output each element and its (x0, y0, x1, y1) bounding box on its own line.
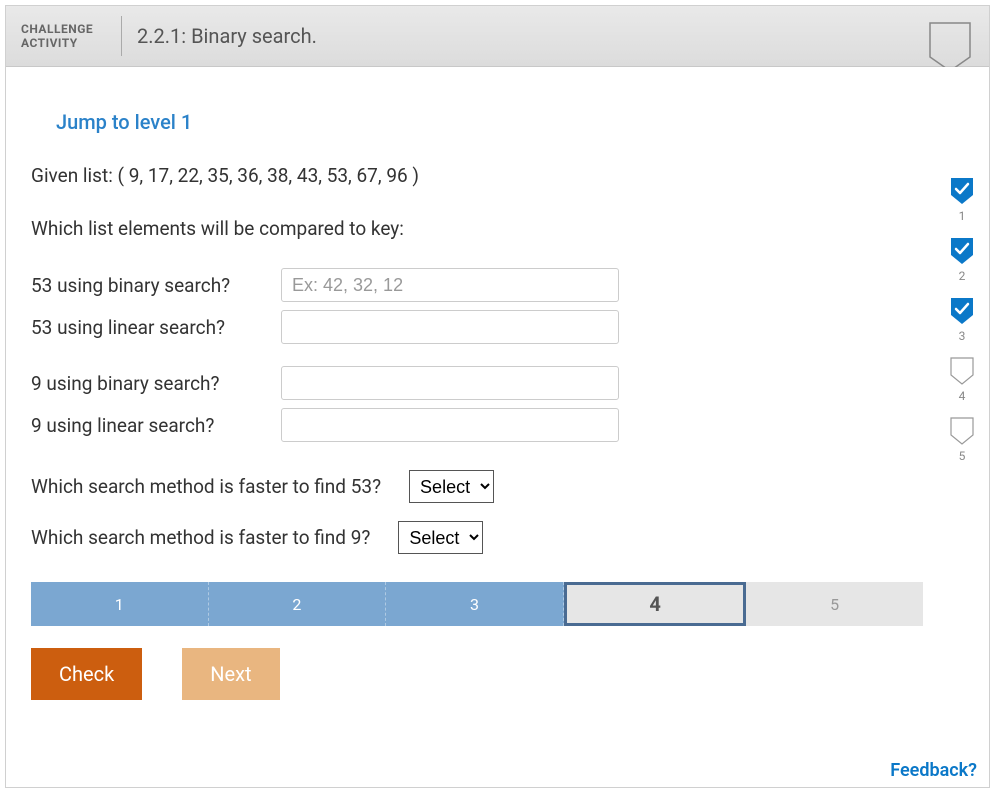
header-label-line2: ACTIVITY (21, 36, 116, 50)
q2-label: 53 using linear search? (31, 316, 281, 339)
progress-seg-5[interactable]: 5 (746, 582, 923, 626)
header-label: CHALLENGE ACTIVITY (21, 22, 116, 51)
activity-body: Jump to level 1 Given list: ( 9, 17, 22,… (6, 67, 989, 787)
jump-to-level-link[interactable]: Jump to level 1 (56, 110, 192, 134)
q4-input[interactable] (281, 408, 619, 442)
side-item-3[interactable]: 3 (950, 297, 974, 343)
q3-input[interactable] (281, 366, 619, 400)
prompt-text: Which list elements will be compared to … (31, 217, 964, 240)
q1-input[interactable] (281, 268, 619, 302)
shield-check-icon (950, 177, 974, 205)
next-button[interactable]: Next (182, 648, 279, 700)
progress-seg-2[interactable]: 2 (209, 582, 387, 626)
header-divider (121, 16, 122, 56)
check-button[interactable]: Check (31, 648, 142, 700)
button-row: Check Next (31, 648, 964, 700)
side-num-1: 1 (959, 209, 966, 223)
side-num-3: 3 (959, 329, 966, 343)
side-item-2[interactable]: 2 (950, 237, 974, 283)
progress-bar: 1 2 3 4 5 (31, 582, 923, 626)
side-item-5[interactable]: 5 (950, 417, 974, 463)
shield-empty-icon (950, 357, 974, 385)
shield-check-icon (950, 297, 974, 325)
q2-input[interactable] (281, 310, 619, 344)
s1-select[interactable]: Select (409, 470, 494, 503)
question-row-1: 53 using binary search? (31, 268, 964, 302)
shield-empty-icon (950, 417, 974, 445)
question-row-3: 9 using binary search? (31, 366, 964, 400)
question-row-4: 9 using linear search? (31, 408, 964, 442)
s2-label: Which search method is faster to find 9? (31, 526, 370, 549)
s1-label: Which search method is faster to find 53… (31, 475, 381, 498)
header-title: 2.2.1: Binary search. (137, 24, 317, 48)
given-list-text: Given list: ( 9, 17, 22, 35, 36, 38, 43,… (31, 164, 964, 187)
activity-header: CHALLENGE ACTIVITY 2.2.1: Binary search. (6, 6, 989, 67)
feedback-link[interactable]: Feedback? (890, 760, 977, 781)
side-num-2: 2 (959, 269, 966, 283)
q1-label: 53 using binary search? (31, 274, 281, 297)
s2-select[interactable]: Select (398, 521, 483, 554)
side-progress: 1 2 3 4 (950, 177, 974, 463)
side-num-5: 5 (959, 449, 966, 463)
question-row-2: 53 using linear search? (31, 310, 964, 344)
side-item-1[interactable]: 1 (950, 177, 974, 223)
progress-seg-4[interactable]: 4 (564, 582, 747, 626)
activity-container: CHALLENGE ACTIVITY 2.2.1: Binary search.… (5, 5, 990, 788)
side-num-4: 4 (959, 389, 966, 403)
shield-check-icon (950, 237, 974, 265)
progress-seg-1[interactable]: 1 (31, 582, 209, 626)
header-label-line1: CHALLENGE (21, 22, 116, 36)
q3-label: 9 using binary search? (31, 372, 281, 395)
q4-label: 9 using linear search? (31, 414, 281, 437)
progress-seg-3[interactable]: 3 (386, 582, 564, 626)
select-row-1: Which search method is faster to find 53… (31, 470, 964, 503)
side-item-4[interactable]: 4 (950, 357, 974, 403)
select-row-2: Which search method is faster to find 9?… (31, 521, 964, 554)
